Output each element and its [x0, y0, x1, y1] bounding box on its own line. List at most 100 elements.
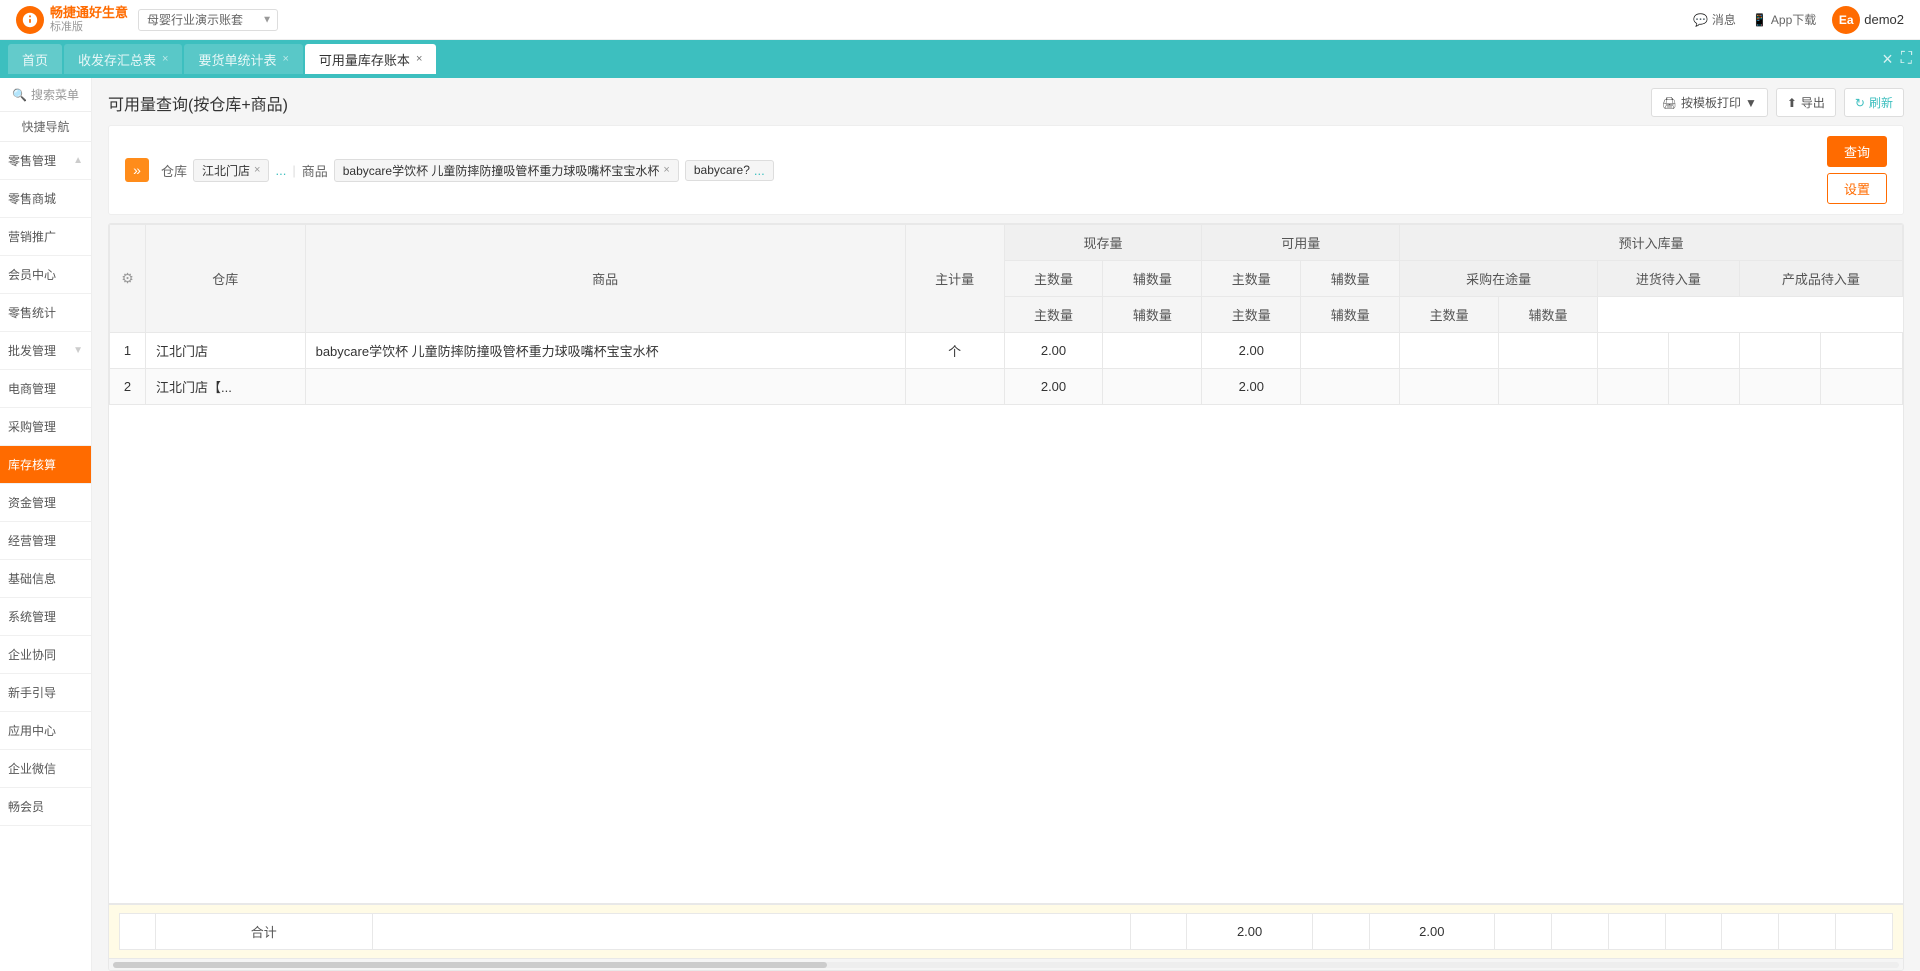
- message-label: 消息: [1712, 11, 1736, 28]
- th-current-main: 主数量: [1004, 261, 1103, 297]
- sidebar-item-wholesale-mgmt[interactable]: 批发管理 ▼: [0, 332, 91, 370]
- nav-tabs-right: × ⛶: [1882, 49, 1912, 70]
- data-table: ⚙ 仓库 商品 主计量 现存量 可用量 预计入库量 主数量 辅数量: [109, 224, 1903, 405]
- tab-receive-pay[interactable]: 收发存汇总表 ×: [64, 44, 182, 74]
- footer-avail-main: 2.00: [1369, 914, 1494, 950]
- row-purchase-arrival-aux: [1668, 369, 1739, 405]
- sidebar-item-system-mgmt[interactable]: 系统管理: [0, 598, 91, 636]
- warehouse-label: 仓库: [161, 161, 187, 180]
- filter-group: 仓库 江北门店 × ... | 商品 babycare学饮杯 儿童防摔防撞吸管杯…: [161, 159, 1815, 182]
- th-goods: 商品: [305, 225, 905, 333]
- quick-nav-label: 快捷导航: [21, 120, 69, 134]
- scroll-track[interactable]: [113, 962, 1899, 968]
- message-btn[interactable]: 💬 消息: [1693, 11, 1736, 28]
- close-all-tabs[interactable]: ×: [1882, 49, 1893, 70]
- print-btn[interactable]: 🖨 按模板打印 ▼: [1651, 88, 1768, 117]
- tab-home[interactable]: 首页: [8, 44, 62, 74]
- row-purchase-transit-main: [1400, 333, 1499, 369]
- sidebar-quick-nav[interactable]: 快捷导航: [0, 112, 91, 142]
- footer-label: 合计: [156, 914, 373, 950]
- sidebar-item-purchase-mgmt[interactable]: 采购管理: [0, 408, 91, 446]
- user-profile[interactable]: Ea demo2: [1832, 6, 1904, 34]
- tab-receive-pay-close[interactable]: ×: [162, 53, 168, 65]
- sidebar-item-vip-member[interactable]: 畅会员: [0, 788, 91, 826]
- query-btn[interactable]: 查询: [1827, 136, 1887, 167]
- print-icon: 🖨: [1662, 96, 1677, 110]
- sidebar-item-label: 新手引导: [8, 684, 56, 701]
- sidebar-item-member-center[interactable]: 会员中心: [0, 256, 91, 294]
- sidebar-item-label: 资金管理: [8, 494, 56, 511]
- sidebar-item-label: 应用中心: [8, 722, 56, 739]
- user-name[interactable]: demo2: [1864, 12, 1904, 27]
- sidebar-item-inventory-check[interactable]: 库存核算: [0, 446, 91, 484]
- fullscreen-btn[interactable]: ⛶: [1901, 50, 1912, 68]
- table-wrapper: ⚙ 仓库 商品 主计量 现存量 可用量 预计入库量 主数量 辅数量: [108, 223, 1904, 971]
- th-production-main: 主数量: [1400, 297, 1499, 333]
- tab-purchase-stat[interactable]: 要货单统计表 ×: [184, 44, 302, 74]
- scroll-thumb[interactable]: [113, 962, 827, 968]
- refresh-btn[interactable]: ↻ 刷新: [1844, 88, 1904, 117]
- tab-purchase-stat-close[interactable]: ×: [282, 53, 288, 65]
- page-actions: 🖨 按模板打印 ▼ ⬆ 导出 ↻ 刷新: [1651, 88, 1904, 117]
- app-download-btn[interactable]: 📱 App下载: [1752, 11, 1816, 28]
- export-btn[interactable]: ⬆ 导出: [1776, 88, 1836, 117]
- warehouse-ellipsis[interactable]: ...: [275, 163, 286, 178]
- warehouse-tag-0: 江北门店 ×: [193, 159, 269, 182]
- table-scroll[interactable]: ⚙ 仓库 商品 主计量 现存量 可用量 预计入库量 主数量 辅数量: [109, 224, 1903, 903]
- filter-actions: 查询 设置: [1827, 136, 1887, 204]
- sidebar-item-basic-info[interactable]: 基础信息: [0, 560, 91, 598]
- filter-toggle-icon: »: [133, 162, 141, 178]
- tab-purchase-stat-label: 要货单统计表: [198, 50, 276, 69]
- goods-tag-remove[interactable]: ×: [663, 164, 669, 176]
- row-goods: babycare学饮杯 儿童防摔防撞吸管杯重力球吸嘴杯宝宝水杯: [305, 333, 905, 369]
- footer-p6: [1836, 914, 1893, 950]
- app-download-label: App下载: [1771, 11, 1816, 28]
- warehouse-tag-remove[interactable]: ×: [254, 164, 260, 176]
- row-current-main: 2.00: [1004, 333, 1103, 369]
- app-download-icon: 📱: [1752, 13, 1767, 27]
- sidebar-item-new-guide[interactable]: 新手引导: [0, 674, 91, 712]
- header-row-1: ⚙ 仓库 商品 主计量 现存量 可用量 预计入库量: [110, 225, 1903, 261]
- industry-select-wrapper[interactable]: 母婴行业演示账套: [138, 9, 278, 31]
- sidebar: 🔍 搜索菜单 快捷导航 零售管理 ▲ 零售商城 营销推广 会员中心 零售统计 批…: [0, 78, 92, 971]
- refresh-icon: ↻: [1855, 96, 1865, 110]
- row-purchase-arrival-aux: [1668, 333, 1739, 369]
- footer-p1: [1551, 914, 1608, 950]
- sidebar-item-retail-stats[interactable]: 零售统计: [0, 294, 91, 332]
- sidebar-item-marketing[interactable]: 营销推广: [0, 218, 91, 256]
- sidebar-search[interactable]: 🔍 搜索菜单: [0, 78, 91, 112]
- row-warehouse: 江北门店: [146, 333, 306, 369]
- row-production-aux: [1821, 369, 1903, 405]
- sidebar-item-enterprise-wechat[interactable]: 企业微信: [0, 750, 91, 788]
- th-main-unit: 主计量: [905, 225, 1004, 333]
- sidebar-item-operations-mgmt[interactable]: 经营管理: [0, 522, 91, 560]
- filter-toggle[interactable]: »: [125, 158, 149, 182]
- sidebar-item-label: 电商管理: [8, 380, 56, 397]
- column-settings-icon[interactable]: ⚙: [121, 270, 134, 286]
- row-goods: [305, 369, 905, 405]
- goods-label: 商品: [302, 161, 328, 180]
- goods-tag-ellipsis[interactable]: ...: [754, 163, 765, 178]
- goods-tag-0: babycare学饮杯 儿童防摔防撞吸管杯重力球吸嘴杯宝宝水杯 ×: [334, 159, 679, 182]
- logo-main: 畅捷通好生意: [50, 5, 128, 21]
- row-warehouse: 江北门店【...: [146, 369, 306, 405]
- sidebar-item-app-center[interactable]: 应用中心: [0, 712, 91, 750]
- sidebar-item-finance-mgmt[interactable]: 资金管理: [0, 484, 91, 522]
- th-purchase-in-transit: 采购在途量: [1400, 261, 1598, 297]
- settings-btn[interactable]: 设置: [1827, 173, 1887, 204]
- sidebar-item-retail-mgmt[interactable]: 零售管理 ▲: [0, 142, 91, 180]
- row-no: 1: [110, 333, 146, 369]
- industry-select[interactable]: 母婴行业演示账套: [138, 9, 278, 31]
- sidebar-item-ecommerce-mgmt[interactable]: 电商管理: [0, 370, 91, 408]
- sidebar-item-retail-mall[interactable]: 零售商城: [0, 180, 91, 218]
- scroll-bar[interactable]: [109, 958, 1903, 970]
- sidebar-item-label: 批发管理: [8, 342, 56, 359]
- sidebar-item-label: 经营管理: [8, 532, 56, 549]
- footer-avail-aux: [1495, 914, 1552, 950]
- nav-tabs: 首页 收发存汇总表 × 要货单统计表 × 可用量库存账本 × × ⛶: [0, 40, 1920, 78]
- sidebar-item-enterprise-collab[interactable]: 企业协同: [0, 636, 91, 674]
- tab-available-stock[interactable]: 可用量库存账本 ×: [305, 44, 436, 74]
- row-current-aux: [1103, 369, 1202, 405]
- th-settings: ⚙: [110, 225, 146, 333]
- tab-available-stock-close[interactable]: ×: [416, 53, 422, 65]
